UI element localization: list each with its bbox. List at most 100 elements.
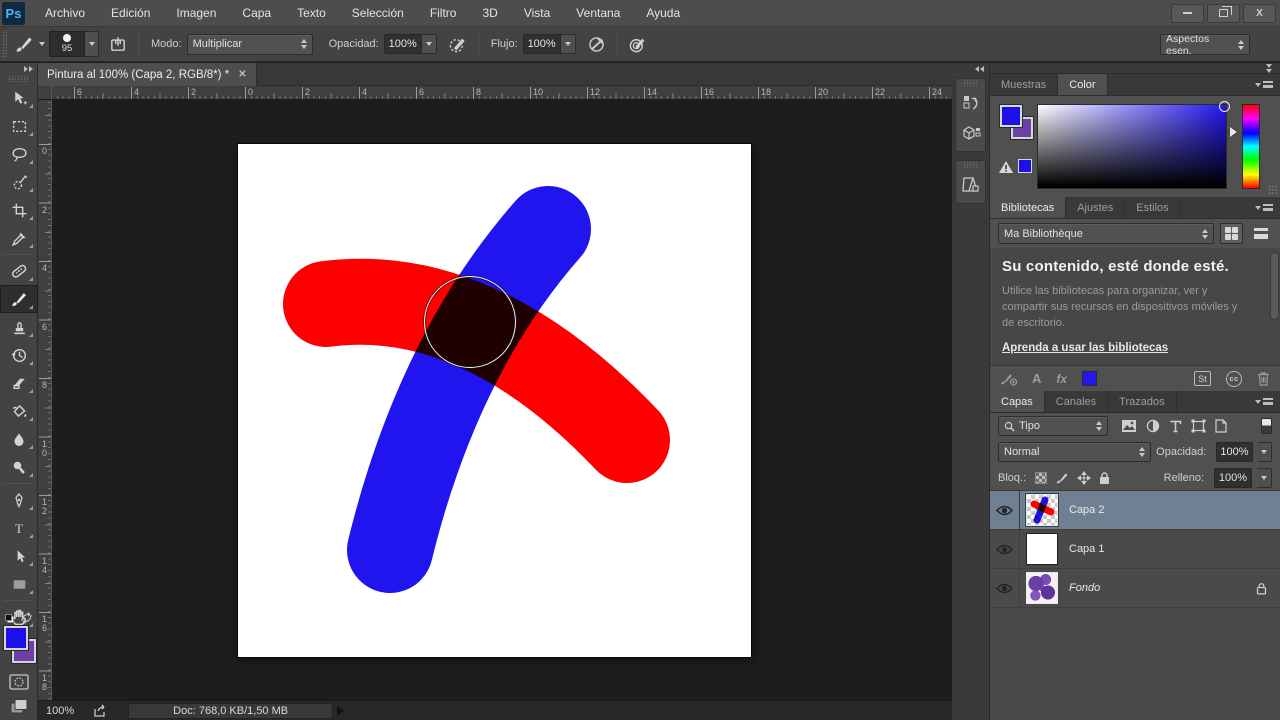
pixel-layer-filter-icon[interactable] [1121,419,1137,433]
menu-3d[interactable]: 3D [469,0,510,26]
flow-dropdown-arrow[interactable] [560,34,576,54]
zoom-level[interactable]: 100% [46,705,74,717]
layer-visibility-toggle[interactable] [990,530,1020,568]
layer-name[interactable]: Capa 2 [1069,504,1104,516]
eyedropper-tool[interactable] [0,224,38,252]
move-tool[interactable] [0,84,38,112]
layer-filter-select[interactable]: Tipo [998,416,1108,436]
menu-vista[interactable]: Vista [511,0,563,26]
tab-bibliotecas[interactable]: Bibliotecas [990,197,1067,218]
current-tool-brush-icon[interactable] [11,31,37,57]
quick-selection-tool[interactable] [0,168,38,196]
paint-bucket-tool[interactable] [0,397,38,425]
share-icon[interactable] [88,703,114,719]
panel-resize-grip[interactable] [1268,185,1278,195]
opacity-dropdown-arrow[interactable] [421,34,437,54]
path-selection-tool[interactable] [0,542,38,570]
add-character-style-icon[interactable]: A [1032,371,1041,386]
collapse-dock-icon[interactable] [1266,63,1272,73]
scrollbar-thumb[interactable] [1270,252,1279,320]
adobe-stock-badge[interactable]: St [1194,371,1211,386]
history-brush-tool[interactable] [0,341,38,369]
trash-icon[interactable] [1257,371,1270,386]
status-arrow-icon[interactable] [337,705,345,716]
workspace-switcher[interactable]: Aspectos esen. [1160,33,1250,57]
hue-ramp[interactable] [1242,104,1260,189]
layer-thumbnail[interactable] [1026,572,1058,604]
history-panel-icon[interactable] [956,88,985,118]
tab-ajustes[interactable]: Ajustes [1066,197,1126,218]
tab-muestras[interactable]: Muestras [990,74,1059,95]
airbrush-toggle[interactable] [584,31,610,57]
vertical-ruler[interactable]: 0 2 4 6 8 1 0 1 2 1 4 1 6 1 8 [38,100,52,700]
lock-transparency-icon[interactable] [1035,471,1048,484]
panel-group-grip[interactable] [964,162,977,168]
layer-opacity-input[interactable]: 100% [1216,442,1253,462]
layer-fill-input[interactable]: 100% [1214,467,1252,488]
layer-thumbnail[interactable] [1025,493,1059,527]
tab-trazados[interactable]: Trazados [1108,391,1177,412]
tab-color[interactable]: Color [1058,74,1108,95]
pasteboard[interactable] [52,100,952,700]
options-bar-grip[interactable] [2,31,7,57]
layer-row[interactable]: Fondo [990,569,1280,608]
layer-row[interactable]: Capa 1 [990,530,1280,569]
default-colors-icon[interactable] [5,613,14,623]
horizontal-ruler[interactable]: 6 4 2 0 2 4 6 8 10 12 14 16 18 20 22 24 [52,86,952,100]
add-fill-color-swatch[interactable] [1082,371,1098,386]
shape-layer-filter-icon[interactable] [1191,419,1206,433]
opacity-input[interactable]: 100% [383,34,422,54]
menu-filtro[interactable]: Filtro [417,0,470,26]
menu-capa[interactable]: Capa [229,0,284,26]
hue-slider-pointer[interactable] [1230,127,1237,137]
lock-position-icon[interactable] [1077,470,1092,485]
layer-blend-mode-select[interactable]: Normal [998,442,1152,462]
blend-mode-select[interactable]: Multiplicar [186,33,313,55]
shape-tool[interactable] [0,570,38,598]
layer-row[interactable]: Capa 2 [990,491,1280,530]
panel-group-grip[interactable] [964,80,977,86]
panel-menu-icon[interactable] [1255,197,1280,218]
layer-visibility-toggle[interactable] [990,491,1020,529]
screen-mode-button[interactable] [0,694,38,718]
spot-healing-brush-tool[interactable] [0,257,38,285]
smart-object-filter-icon[interactable] [1215,419,1227,433]
layer-name[interactable]: Fondo [1069,582,1100,594]
gamut-warning-icon[interactable] [998,160,1014,174]
library-select[interactable]: Ma Bibliothèque [998,223,1214,244]
swap-colors-icon[interactable] [20,612,33,624]
quick-mask-button[interactable] [0,670,38,694]
blur-tool[interactable] [0,425,38,453]
add-layer-style-icon[interactable]: fx [1056,372,1067,386]
expand-panels-icon[interactable] [975,66,985,72]
layer-opacity-arrow[interactable] [1257,442,1272,462]
list-view-button[interactable] [1249,223,1272,244]
clone-stamp-tool[interactable] [0,313,38,341]
tool-preset-arrow[interactable] [39,42,45,46]
brush-tool[interactable] [0,285,38,313]
add-graphic-icon[interactable] [1000,371,1017,386]
tab-estilos[interactable]: Estilos [1125,197,1181,218]
lasso-tool[interactable] [0,140,38,168]
layer-name[interactable]: Capa 1 [1069,543,1104,555]
menu-seleccin[interactable]: Selección [339,0,417,26]
crop-tool[interactable] [0,196,38,224]
grid-view-button[interactable] [1220,223,1243,244]
foreground-color-swatch[interactable] [3,625,29,651]
notes-panel-icon[interactable] [956,170,985,200]
close-button[interactable]: X [1243,3,1276,23]
menu-archivo[interactable]: Archivo [32,0,98,26]
collapse-toolbar-icon[interactable] [23,66,33,72]
type-layer-filter-icon[interactable] [1169,420,1182,433]
panel-menu-icon[interactable] [1255,74,1280,95]
creative-cloud-icon[interactable]: cc [1226,370,1242,387]
layer-visibility-toggle[interactable] [990,569,1020,607]
document-size-info[interactable]: Doc: 768,0 KB/1,50 MB [128,702,334,719]
layer-filter-toggle[interactable] [1261,418,1272,434]
rectangular-marquee-tool[interactable] [0,112,38,140]
foreground-color-swatch[interactable] [999,104,1023,128]
adjustment-layer-filter-icon[interactable] [1146,419,1160,433]
document-tab[interactable]: Pintura al 100% (Capa 2, RGB/8*) * ✕ [38,63,257,86]
menu-edicin[interactable]: Edición [98,0,163,26]
canvas[interactable] [238,144,751,657]
